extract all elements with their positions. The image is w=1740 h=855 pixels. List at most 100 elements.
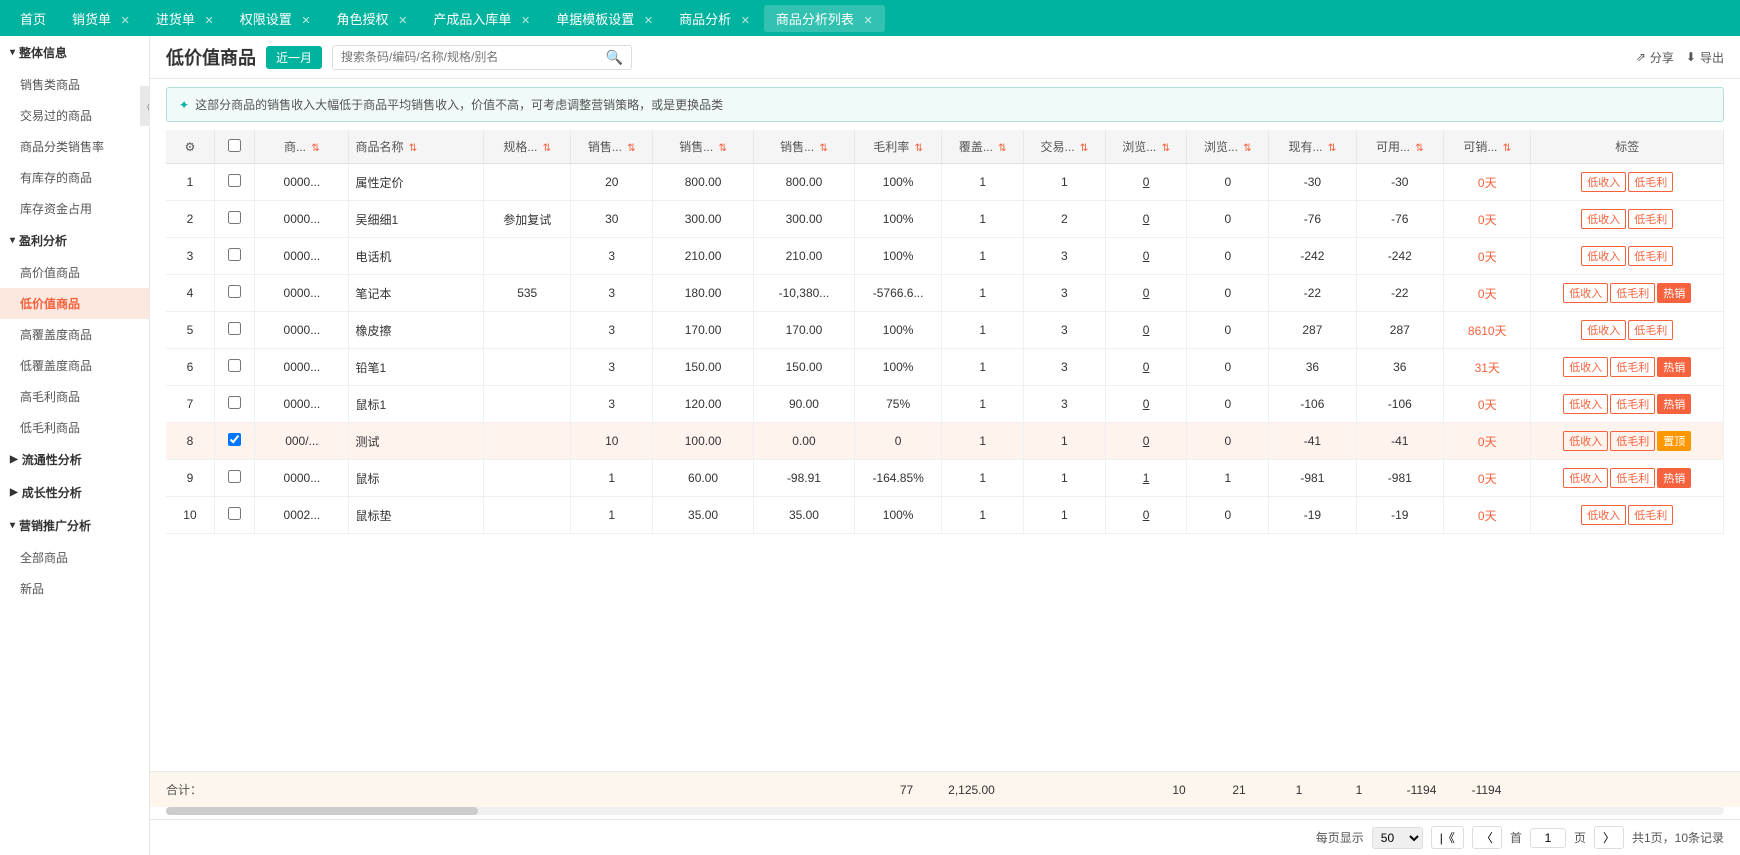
sidebar-group-marketing[interactable]: ▾ 营销推广分析 bbox=[0, 509, 149, 542]
th-trade[interactable]: 交易... ⇅ bbox=[1024, 130, 1106, 164]
pv-link[interactable]: 0 bbox=[1143, 360, 1150, 374]
cell-check[interactable] bbox=[214, 460, 254, 497]
sidebar-item-in-stock[interactable]: 有库存的商品 bbox=[0, 162, 149, 193]
pv-link[interactable]: 0 bbox=[1143, 286, 1150, 300]
th-settings[interactable]: ⚙ bbox=[166, 130, 214, 164]
nav-sales[interactable]: 销货单 ✕ bbox=[60, 5, 142, 32]
pv-link[interactable]: 0 bbox=[1143, 249, 1150, 263]
th-checkbox[interactable] bbox=[214, 130, 254, 164]
sidebar-item-low-value[interactable]: 低价值商品 bbox=[0, 288, 149, 319]
close-products-icon[interactable]: ✕ bbox=[521, 15, 530, 27]
sidebar-item-traded-goods[interactable]: 交易过的商品 bbox=[0, 100, 149, 131]
sidebar-group-overall[interactable]: ▾ 整体信息 bbox=[0, 36, 149, 69]
nav-purchase[interactable]: 进货单 ✕ bbox=[144, 5, 226, 32]
close-sales-icon[interactable]: ✕ bbox=[121, 15, 130, 27]
pv-link[interactable]: 1 bbox=[1143, 471, 1150, 485]
sidebar-item-sales-goods[interactable]: 销售类商品 bbox=[0, 69, 149, 100]
nav-permissions[interactable]: 权限设置 ✕ bbox=[228, 5, 323, 32]
row-checkbox-2[interactable] bbox=[228, 248, 241, 261]
close-purchase-icon[interactable]: ✕ bbox=[204, 15, 213, 27]
sidebar-collapse-btn[interactable]: 《 bbox=[140, 86, 150, 126]
sidebar-item-stock-fund[interactable]: 库存资金占用 bbox=[0, 193, 149, 224]
th-sales-price[interactable]: 销售... ⇅ bbox=[754, 130, 855, 164]
sidebar-item-high-margin[interactable]: 高毛利商品 bbox=[0, 381, 149, 412]
sidebar-item-all-goods[interactable]: 全部商品 bbox=[0, 542, 149, 573]
sidebar-group-circulation[interactable]: ▶ 流通性分析 bbox=[0, 443, 149, 476]
export-button[interactable]: ⬇ 导出 bbox=[1686, 49, 1724, 66]
pv-link[interactable]: 0 bbox=[1143, 508, 1150, 522]
th-sales-amt[interactable]: 销售... ⇅ bbox=[653, 130, 754, 164]
select-all-checkbox[interactable] bbox=[228, 139, 241, 152]
row-checkbox-5[interactable] bbox=[228, 359, 241, 372]
row-checkbox-7[interactable] bbox=[228, 433, 241, 446]
th-sellable[interactable]: 可销... ⇅ bbox=[1444, 130, 1531, 164]
nav-templates[interactable]: 单据模板设置 ✕ bbox=[544, 5, 665, 32]
nav-roles[interactable]: 角色授权 ✕ bbox=[325, 5, 420, 32]
info-icon: ✦ bbox=[179, 98, 189, 112]
sidebar-item-high-coverage[interactable]: 高覆盖度商品 bbox=[0, 319, 149, 350]
cell-check[interactable] bbox=[214, 386, 254, 423]
sidebar-group-profit[interactable]: ▾ 盈利分析 bbox=[0, 224, 149, 257]
close-templates-icon[interactable]: ✕ bbox=[644, 15, 653, 27]
share-button[interactable]: ⇗ 分享 bbox=[1636, 49, 1674, 66]
cell-check[interactable] bbox=[214, 312, 254, 349]
pv-link[interactable]: 0 bbox=[1143, 323, 1150, 337]
period-button[interactable]: 近一月 bbox=[266, 46, 322, 69]
pv-link[interactable]: 0 bbox=[1143, 397, 1150, 411]
cell-check[interactable] bbox=[214, 275, 254, 312]
cell-check[interactable] bbox=[214, 164, 254, 201]
row-checkbox-3[interactable] bbox=[228, 285, 241, 298]
th-sales-qty[interactable]: 销售... ⇅ bbox=[571, 130, 653, 164]
sidebar-item-low-coverage[interactable]: 低覆盖度商品 bbox=[0, 350, 149, 381]
th-pv[interactable]: 浏览... ⇅ bbox=[1105, 130, 1187, 164]
nav-analysis-list[interactable]: 商品分析列表 ✕ bbox=[764, 5, 885, 32]
row-checkbox-8[interactable] bbox=[228, 470, 241, 483]
search-icon[interactable]: 🔍 bbox=[606, 49, 623, 66]
footer-scrollbar[interactable] bbox=[166, 807, 1724, 815]
nav-products[interactable]: 产成品入库单 ✕ bbox=[421, 5, 542, 32]
cell-check[interactable] bbox=[214, 349, 254, 386]
tag-4-1: 低毛利 bbox=[1628, 320, 1673, 340]
page-input[interactable] bbox=[1530, 828, 1566, 848]
footer-scrollbar-thumb[interactable] bbox=[166, 807, 478, 815]
pv-link[interactable]: 0 bbox=[1143, 212, 1150, 226]
row-checkbox-0[interactable] bbox=[228, 174, 241, 187]
next-page-btn[interactable]: 〉 bbox=[1594, 826, 1624, 849]
th-name[interactable]: 商品名称 ⇅ bbox=[349, 130, 484, 164]
cell-check[interactable] bbox=[214, 497, 254, 534]
pv-link[interactable]: 0 bbox=[1143, 434, 1150, 448]
sidebar-group-growth[interactable]: ▶ 成长性分析 bbox=[0, 476, 149, 509]
cell-check[interactable] bbox=[214, 238, 254, 275]
row-checkbox-6[interactable] bbox=[228, 396, 241, 409]
th-tags[interactable]: 标签 bbox=[1531, 130, 1724, 164]
th-uv[interactable]: 浏览... ⇅ bbox=[1187, 130, 1269, 164]
nav-analysis[interactable]: 商品分析 ✕ bbox=[667, 5, 762, 32]
row-checkbox-9[interactable] bbox=[228, 507, 241, 520]
sidebar-item-high-value[interactable]: 高价值商品 bbox=[0, 257, 149, 288]
cell-sellable: 0天 bbox=[1444, 497, 1531, 534]
sidebar-item-low-margin[interactable]: 低毛利商品 bbox=[0, 412, 149, 443]
close-analysis-icon[interactable]: ✕ bbox=[741, 15, 750, 27]
th-code[interactable]: 商... ⇅ bbox=[255, 130, 349, 164]
prev-page-btn[interactable]: 〈 bbox=[1472, 826, 1502, 849]
pv-link[interactable]: 0 bbox=[1143, 175, 1150, 189]
cell-spec bbox=[483, 312, 570, 349]
cell-check[interactable] bbox=[214, 423, 254, 460]
row-checkbox-4[interactable] bbox=[228, 322, 241, 335]
th-cover[interactable]: 覆盖... ⇅ bbox=[942, 130, 1024, 164]
first-page-btn[interactable]: |《 bbox=[1431, 826, 1464, 849]
th-gross[interactable]: 毛利率 ⇅ bbox=[854, 130, 941, 164]
th-stock[interactable]: 现有... ⇅ bbox=[1269, 130, 1356, 164]
close-permissions-icon[interactable]: ✕ bbox=[301, 15, 310, 27]
cell-check[interactable] bbox=[214, 201, 254, 238]
th-avail[interactable]: 可用... ⇅ bbox=[1356, 130, 1443, 164]
close-roles-icon[interactable]: ✕ bbox=[398, 15, 407, 27]
sidebar-item-new-goods[interactable]: 新品 bbox=[0, 573, 149, 604]
th-spec[interactable]: 规格... ⇅ bbox=[483, 130, 570, 164]
search-input[interactable] bbox=[341, 50, 601, 64]
sidebar-item-category-rate[interactable]: 商品分类销售率 bbox=[0, 131, 149, 162]
per-page-select[interactable]: 50 20 100 bbox=[1372, 827, 1423, 849]
nav-home[interactable]: 首页 bbox=[8, 5, 58, 32]
row-checkbox-1[interactable] bbox=[228, 211, 241, 224]
close-analysis-list-icon[interactable]: ✕ bbox=[864, 15, 873, 27]
